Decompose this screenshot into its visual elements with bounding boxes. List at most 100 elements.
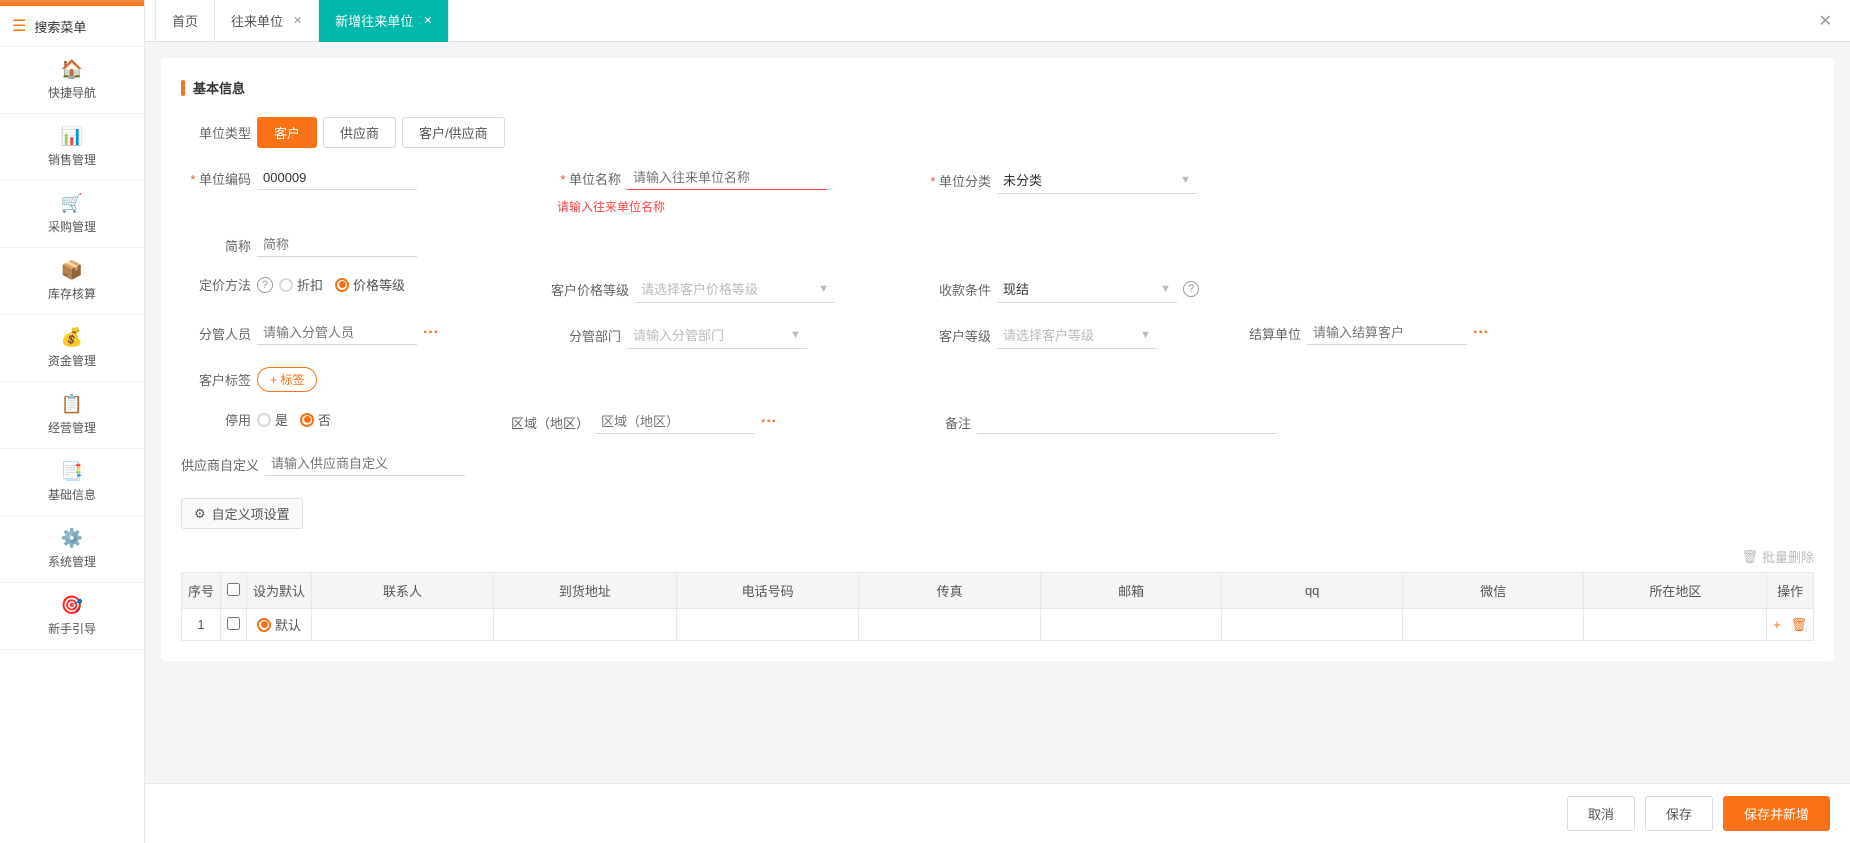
unit-type-both-btn[interactable]: 客户/供应商 bbox=[402, 117, 505, 148]
col-default: 设为默认 bbox=[247, 573, 312, 609]
sidebar-item-guide[interactable]: 🎯 新手引导 bbox=[0, 583, 144, 650]
pricing-discount-label: 折扣 bbox=[297, 275, 323, 294]
form-row-code-name-cat: 单位编码 单位名称 请输入往来单位名称 单位分类 未分类 ▼ bbox=[181, 166, 1814, 215]
sidebar-item-inventory[interactable]: 📦 库存核算 bbox=[0, 248, 144, 315]
table-section: 🗑 批量删除 序号 设为默认 联系人 到货地址 电话号码 传真 bbox=[181, 547, 1814, 641]
row-phone[interactable] bbox=[676, 609, 859, 641]
row-add-icon[interactable]: + bbox=[1773, 617, 1781, 632]
manager-input[interactable] bbox=[257, 321, 417, 345]
tab-partners-close[interactable]: ✕ bbox=[293, 14, 302, 27]
region-input[interactable] bbox=[595, 410, 755, 434]
unit-type-supplier-btn[interactable]: 供应商 bbox=[323, 117, 396, 148]
tab-partners[interactable]: 往来单位 ✕ bbox=[215, 0, 319, 42]
sidebar-item-system[interactable]: ⚙️ 系统管理 bbox=[0, 516, 144, 583]
form-group-category: 单位分类 未分类 ▼ bbox=[921, 166, 1814, 194]
cust-level-label: 客户等级 bbox=[921, 326, 991, 345]
row-default-radio[interactable]: 默认 bbox=[253, 615, 305, 634]
row-checkbox[interactable] bbox=[227, 617, 240, 630]
chevron-down-icon-4: ▼ bbox=[790, 329, 801, 341]
disabled-yes-label: 是 bbox=[275, 410, 288, 429]
main-area: 首页 往来单位 ✕ 新增往来单位 ✕ ✕ 基本信息 单位类型 bbox=[145, 0, 1850, 843]
save-button[interactable]: 保存 bbox=[1645, 796, 1713, 831]
abbr-input[interactable] bbox=[257, 233, 417, 257]
manager-label: 分管人员 bbox=[181, 324, 251, 343]
search-menu[interactable]: ☰ 搜索菜单 bbox=[0, 6, 144, 47]
remark-input[interactable] bbox=[977, 410, 1277, 434]
add-tag-button[interactable]: + 标签 bbox=[257, 367, 317, 392]
sidebar-item-operations[interactable]: 📋 经营管理 bbox=[0, 382, 144, 449]
sidebar-item-purchase[interactable]: 🛒 采购管理 bbox=[0, 181, 144, 248]
row-address[interactable] bbox=[494, 609, 677, 641]
email-input[interactable] bbox=[1047, 617, 1215, 632]
cust-price-select[interactable]: 请选择客户价格等级 ▼ bbox=[635, 275, 835, 303]
tab-home[interactable]: 首页 bbox=[155, 0, 215, 42]
unit-name-label: 单位名称 bbox=[551, 169, 621, 188]
row-check[interactable] bbox=[221, 609, 247, 641]
pricing-help-icon[interactable]: ? bbox=[257, 277, 273, 293]
row-fax[interactable] bbox=[859, 609, 1040, 641]
settlement-input[interactable] bbox=[1307, 321, 1467, 345]
manager-more-icon[interactable]: ··· bbox=[423, 324, 439, 342]
basic-info-icon: 📑 bbox=[61, 461, 83, 482]
contact-input[interactable] bbox=[318, 617, 487, 632]
save-new-button[interactable]: 保存并新增 bbox=[1723, 796, 1830, 831]
unit-name-error: 请输入往来单位名称 bbox=[557, 198, 665, 215]
unit-code-input[interactable] bbox=[257, 166, 417, 190]
sidebar-item-finance[interactable]: 💰 资金管理 bbox=[0, 315, 144, 382]
custom-settings-button[interactable]: ⚙ 自定义项设置 bbox=[181, 498, 303, 529]
batch-delete-label: 批量删除 bbox=[1762, 547, 1814, 566]
phone-input[interactable] bbox=[683, 617, 853, 632]
form-group-pricing: 定价方法 ? 折扣 价格等级 bbox=[181, 275, 521, 294]
cancel-button[interactable]: 取消 bbox=[1567, 796, 1635, 831]
wechat-input[interactable] bbox=[1409, 617, 1577, 632]
supplier-custom-input[interactable] bbox=[265, 452, 465, 476]
payment-help-icon[interactable]: ? bbox=[1183, 281, 1199, 297]
pricing-radio-level[interactable]: 价格等级 bbox=[335, 275, 405, 294]
payment-select[interactable]: 现结 ▼ bbox=[997, 275, 1177, 303]
col-qq: qq bbox=[1222, 573, 1403, 609]
abbr-label: 简称 bbox=[181, 236, 251, 255]
supplier-custom-label: 供应商自定义 bbox=[181, 455, 259, 474]
batch-delete-button[interactable]: 🗑 批量删除 bbox=[1741, 547, 1814, 566]
col-phone: 电话号码 bbox=[676, 573, 859, 609]
cust-level-placeholder: 请选择客户等级 bbox=[1003, 325, 1136, 344]
row-email[interactable] bbox=[1040, 609, 1221, 641]
row-wechat[interactable] bbox=[1403, 609, 1584, 641]
window-close-button[interactable]: ✕ bbox=[1811, 11, 1840, 31]
unit-type-btn-group: 客户 供应商 客户/供应商 bbox=[257, 117, 505, 148]
dept-select[interactable]: 请输入分管部门 ▼ bbox=[627, 321, 807, 349]
disabled-radio-yes[interactable]: 是 bbox=[257, 410, 288, 429]
disabled-radio-no[interactable]: 否 bbox=[300, 410, 331, 429]
row-delete-icon[interactable]: 🗑 bbox=[1790, 617, 1807, 632]
row-location[interactable] bbox=[1584, 609, 1767, 641]
sidebar-item-quick-nav[interactable]: 🏠 快捷导航 bbox=[0, 47, 144, 114]
unit-category-select[interactable]: 未分类 ▼ bbox=[997, 166, 1197, 194]
fax-input[interactable] bbox=[865, 617, 1033, 632]
row-default: 默认 bbox=[247, 609, 312, 641]
chevron-down-icon-2: ▼ bbox=[818, 283, 829, 295]
tab-new-partner-close[interactable]: ✕ bbox=[423, 14, 432, 27]
system-icon: ⚙️ bbox=[61, 528, 83, 549]
gear-icon: ⚙ bbox=[194, 506, 206, 522]
row-contact[interactable] bbox=[312, 609, 494, 641]
cust-level-select[interactable]: 请选择客户等级 ▼ bbox=[997, 321, 1157, 349]
settlement-more-icon[interactable]: ··· bbox=[1473, 324, 1489, 342]
form-group-region: 区域（地区） ··· bbox=[511, 410, 871, 434]
unit-name-input[interactable] bbox=[627, 166, 827, 190]
location-input[interactable] bbox=[1590, 617, 1760, 632]
sidebar-item-basic-info[interactable]: 📑 基础信息 bbox=[0, 449, 144, 516]
unit-type-customer-btn[interactable]: 客户 bbox=[257, 117, 317, 148]
tab-new-partner[interactable]: 新增往来单位 ✕ bbox=[319, 0, 449, 42]
address-input[interactable] bbox=[500, 617, 670, 632]
row-qq[interactable] bbox=[1222, 609, 1403, 641]
form-group-cust-price: 客户价格等级 请选择客户价格等级 ▼ bbox=[551, 275, 891, 303]
select-all-checkbox[interactable] bbox=[227, 583, 240, 596]
disabled-no-label: 否 bbox=[318, 410, 331, 429]
sidebar-item-sales[interactable]: 📊 销售管理 bbox=[0, 114, 144, 181]
form-group-disabled: 停用 是 否 bbox=[181, 410, 481, 429]
pricing-radio-discount[interactable]: 折扣 bbox=[279, 275, 323, 294]
region-more-icon[interactable]: ··· bbox=[761, 413, 777, 431]
table-row: 1 默认 bbox=[182, 609, 1814, 641]
form-group-name: 单位名称 请输入往来单位名称 bbox=[551, 166, 891, 215]
qq-input[interactable] bbox=[1228, 617, 1396, 632]
